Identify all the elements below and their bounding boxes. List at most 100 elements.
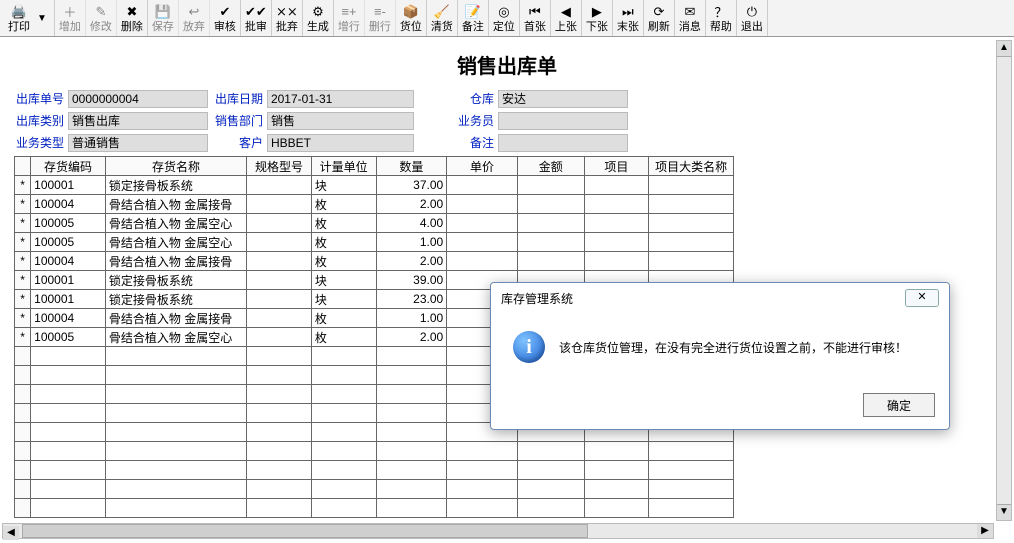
toolbar-退出[interactable]: ⏻退出 — [737, 0, 768, 36]
scroll-left-icon[interactable]: ◀ — [3, 526, 19, 540]
cell-name[interactable]: 骨结合植入物 金属空心 — [105, 233, 246, 252]
toolbar-删除[interactable]: ✖删除 — [117, 0, 148, 36]
print-button[interactable]: 🖨️ 打印 ▼ — [0, 0, 55, 36]
cell-qty[interactable]: 37.00 — [376, 176, 447, 195]
table-row-empty[interactable] — [15, 499, 734, 518]
cell-projclass[interactable] — [649, 252, 734, 271]
column-header[interactable]: 数量 — [376, 157, 447, 176]
cell-qty[interactable]: 23.00 — [376, 290, 447, 309]
cell-qty[interactable]: 4.00 — [376, 214, 447, 233]
cell-projclass[interactable] — [649, 176, 734, 195]
scroll-right-icon[interactable]: ▶ — [977, 524, 993, 538]
toolbar-末张[interactable]: ⏭末张 — [613, 0, 644, 36]
out-type-field[interactable]: 销售出库 — [68, 112, 208, 130]
cell-unit[interactable]: 枚 — [311, 328, 376, 347]
cell-qty[interactable]: 2.00 — [376, 328, 447, 347]
column-header[interactable]: 项目 — [584, 157, 649, 176]
table-row-empty[interactable] — [15, 461, 734, 480]
cell-price[interactable] — [447, 252, 518, 271]
dialog-close-button[interactable]: ✕ — [905, 289, 939, 307]
column-header[interactable]: 项目大类名称 — [649, 157, 734, 176]
cell-amount[interactable] — [517, 176, 584, 195]
vertical-scrollbar[interactable]: ▲ ▼ — [996, 40, 1012, 521]
cell-amount[interactable] — [517, 195, 584, 214]
toolbar-审核[interactable]: ✔审核 — [210, 0, 241, 36]
column-header[interactable]: 规格型号 — [247, 157, 312, 176]
cell-project[interactable] — [584, 233, 649, 252]
cell-name[interactable]: 锁定接骨板系统 — [105, 290, 246, 309]
toolbar-消息[interactable]: ✉消息 — [675, 0, 706, 36]
cell-unit[interactable]: 块 — [311, 290, 376, 309]
cell-projclass[interactable] — [649, 214, 734, 233]
cell-code[interactable]: 100004 — [31, 309, 106, 328]
doc-no-field[interactable]: 0000000004 — [68, 90, 208, 108]
toolbar-备注[interactable]: 📝备注 — [458, 0, 489, 36]
cell-qty[interactable]: 1.00 — [376, 233, 447, 252]
table-row-empty[interactable] — [15, 442, 734, 461]
dialog-ok-button[interactable]: 确定 — [863, 393, 935, 417]
toolbar-批审[interactable]: ✔✔批审 — [241, 0, 272, 36]
table-row[interactable]: *100004骨结合植入物 金属接骨枚2.00 — [15, 252, 734, 271]
date-field[interactable]: 2017-01-31 — [267, 90, 414, 108]
cell-project[interactable] — [584, 176, 649, 195]
cell-code[interactable]: 100001 — [31, 271, 106, 290]
cell-project[interactable] — [584, 252, 649, 271]
cell-spec[interactable] — [247, 271, 312, 290]
cell-code[interactable]: 100001 — [31, 290, 106, 309]
cell-spec[interactable] — [247, 252, 312, 271]
cell-spec[interactable] — [247, 214, 312, 233]
cell-amount[interactable] — [517, 252, 584, 271]
dept-field[interactable]: 销售 — [267, 112, 414, 130]
cell-spec[interactable] — [247, 328, 312, 347]
column-header[interactable]: 金额 — [517, 157, 584, 176]
cell-code[interactable]: 100005 — [31, 328, 106, 347]
toolbar-清货[interactable]: 🧹清货 — [427, 0, 458, 36]
scroll-down-icon[interactable]: ▼ — [997, 504, 1011, 520]
table-row[interactable]: *100005骨结合植入物 金属空心枚4.00 — [15, 214, 734, 233]
toolbar-货位[interactable]: 📦货位 — [396, 0, 427, 36]
toolbar-首张[interactable]: ⏮首张 — [520, 0, 551, 36]
toolbar-刷新[interactable]: ⟳刷新 — [644, 0, 675, 36]
table-row[interactable]: *100001锁定接骨板系统块37.00 — [15, 176, 734, 195]
cell-unit[interactable]: 枚 — [311, 233, 376, 252]
toolbar-定位[interactable]: ◎定位 — [489, 0, 520, 36]
toolbar-生成[interactable]: ⚙生成 — [303, 0, 334, 36]
table-row[interactable]: *100005骨结合植入物 金属空心枚1.00 — [15, 233, 734, 252]
salesperson-field[interactable] — [498, 112, 628, 130]
remark-field[interactable] — [498, 134, 628, 152]
cell-name[interactable]: 骨结合植入物 金属空心 — [105, 328, 246, 347]
cell-code[interactable]: 100004 — [31, 195, 106, 214]
cell-project[interactable] — [584, 195, 649, 214]
cell-qty[interactable]: 39.00 — [376, 271, 447, 290]
cell-price[interactable] — [447, 214, 518, 233]
cell-project[interactable] — [584, 214, 649, 233]
cell-amount[interactable] — [517, 214, 584, 233]
column-header[interactable]: 计量单位 — [311, 157, 376, 176]
cell-qty[interactable]: 2.00 — [376, 252, 447, 271]
cell-qty[interactable]: 2.00 — [376, 195, 447, 214]
table-row[interactable]: *100004骨结合植入物 金属接骨枚2.00 — [15, 195, 734, 214]
column-header[interactable]: 存货名称 — [105, 157, 246, 176]
cell-spec[interactable] — [247, 233, 312, 252]
column-header[interactable]: 存货编码 — [31, 157, 106, 176]
cell-name[interactable]: 锁定接骨板系统 — [105, 176, 246, 195]
print-dropdown-icon[interactable]: ▼ — [34, 13, 50, 24]
cell-name[interactable]: 骨结合植入物 金属接骨 — [105, 195, 246, 214]
toolbar-下张[interactable]: ▶下张 — [582, 0, 613, 36]
cell-qty[interactable]: 1.00 — [376, 309, 447, 328]
cell-projclass[interactable] — [649, 233, 734, 252]
cell-unit[interactable]: 枚 — [311, 214, 376, 233]
cell-code[interactable]: 100005 — [31, 214, 106, 233]
cell-spec[interactable] — [247, 309, 312, 328]
scroll-thumb[interactable] — [22, 524, 587, 538]
cell-projclass[interactable] — [649, 195, 734, 214]
column-header[interactable]: 单价 — [447, 157, 518, 176]
cell-unit[interactable]: 枚 — [311, 252, 376, 271]
cell-unit[interactable]: 枚 — [311, 309, 376, 328]
cell-name[interactable]: 锁定接骨板系统 — [105, 271, 246, 290]
cell-code[interactable]: 100004 — [31, 252, 106, 271]
cell-spec[interactable] — [247, 195, 312, 214]
cell-spec[interactable] — [247, 176, 312, 195]
toolbar-帮助[interactable]: ？帮助 — [706, 0, 737, 36]
scroll-up-icon[interactable]: ▲ — [997, 41, 1011, 57]
